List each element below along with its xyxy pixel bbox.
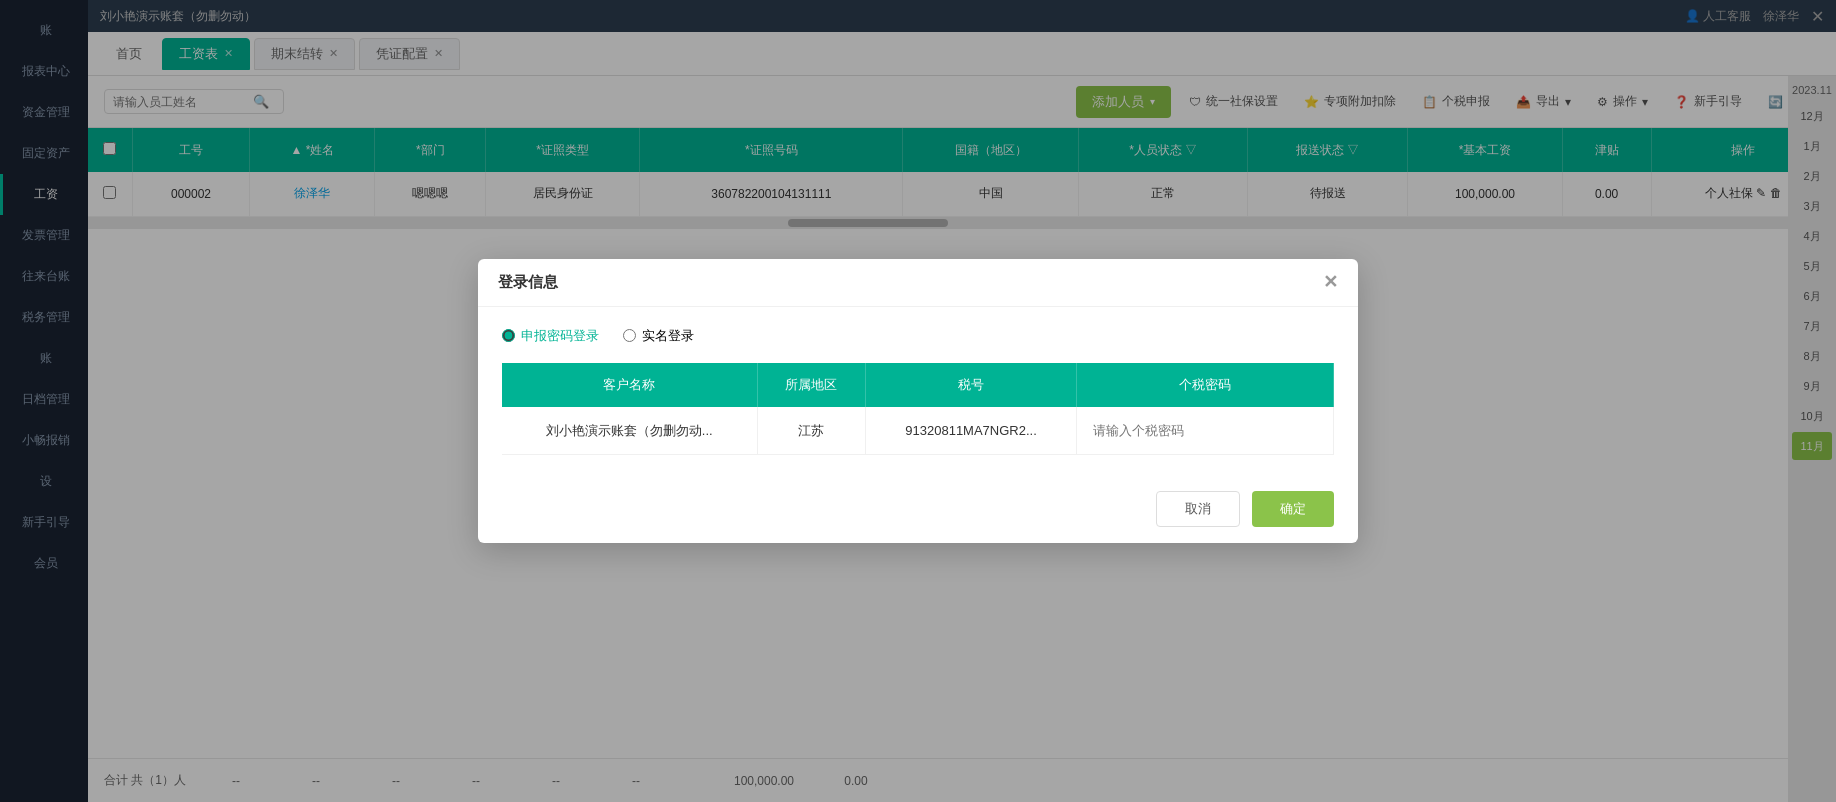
modal-title: 登录信息	[498, 273, 558, 292]
cancel-button[interactable]: 取消	[1156, 491, 1240, 527]
modal-header: 登录信息 ✕	[478, 259, 1358, 307]
modal-body: 申报密码登录 实名登录 客户名称 所属地区 税号 个税密码	[478, 307, 1358, 476]
col-region: 所属地区	[757, 363, 866, 407]
cell-tax-id: 91320811MA7NGR2...	[866, 407, 1077, 455]
cell-password-input[interactable]	[1076, 407, 1333, 455]
radio-password-input[interactable]	[502, 329, 515, 342]
modal-footer: 取消 确定	[478, 475, 1358, 543]
col-client-name: 客户名称	[502, 363, 757, 407]
radio-realname-input[interactable]	[623, 329, 636, 342]
col-itax-password: 个税密码	[1076, 363, 1333, 407]
radio-realname-login[interactable]: 实名登录	[623, 327, 694, 345]
login-table: 客户名称 所属地区 税号 个税密码 刘小艳演示账套（勿删勿动... 江苏 913…	[502, 363, 1334, 456]
modal-close-button[interactable]: ✕	[1323, 273, 1338, 291]
radio-password-login[interactable]: 申报密码登录	[502, 327, 599, 345]
confirm-button[interactable]: 确定	[1252, 491, 1334, 527]
login-type-radio-group: 申报密码登录 实名登录	[502, 327, 1334, 345]
modal-overlay: 登录信息 ✕ 申报密码登录 实名登录 客户名称 所属地区	[0, 0, 1836, 802]
login-info-modal: 登录信息 ✕ 申报密码登录 实名登录 客户名称 所属地区	[478, 259, 1358, 544]
login-table-row: 刘小艳演示账套（勿删勿动... 江苏 91320811MA7NGR2...	[502, 407, 1334, 455]
itax-password-field[interactable]	[1093, 423, 1317, 438]
cell-client-name: 刘小艳演示账套（勿删勿动...	[502, 407, 757, 455]
cell-region: 江苏	[757, 407, 866, 455]
col-tax-id: 税号	[866, 363, 1077, 407]
